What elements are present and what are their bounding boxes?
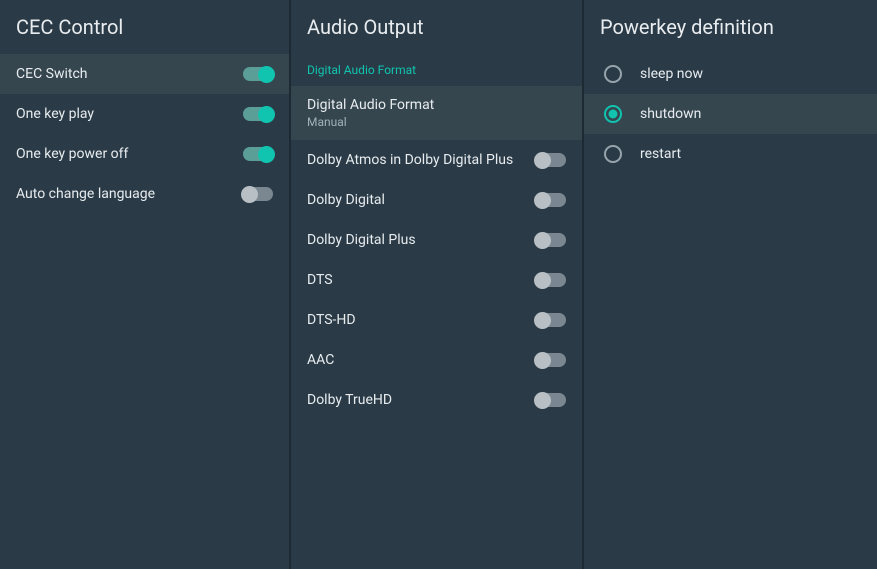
cec-title-text: CEC Control [16, 15, 123, 39]
powerkey-title-text: Powerkey definition [600, 15, 774, 39]
dolby-digital-toggle[interactable] [536, 193, 566, 207]
powerkey-title: Powerkey definition [584, 0, 877, 54]
restart-label: restart [640, 146, 681, 162]
shutdown-label: shutdown [640, 106, 701, 122]
dts-hd-label: DTS-HD [307, 312, 356, 328]
aac-label: AAC [307, 352, 334, 368]
one-key-play-toggle[interactable] [243, 107, 273, 121]
dolby-digital-label: Dolby Digital [307, 192, 385, 208]
dolby-digital-plus-toggle[interactable] [536, 233, 566, 247]
digital-audio-format-row[interactable]: Digital Audio Format Manual [291, 86, 582, 140]
audio-title-text: Audio Output [307, 15, 424, 39]
digital-audio-format-subtitle: Manual [307, 115, 566, 129]
sleep-now-label: sleep now [640, 66, 703, 82]
dolby-truehd-row[interactable]: Dolby TrueHD [291, 380, 582, 420]
dolby-truehd-label: Dolby TrueHD [307, 392, 392, 408]
one-key-play-row[interactable]: One key play [0, 94, 289, 134]
powerkey-panel: Powerkey definition sleep now shutdown r… [584, 0, 877, 569]
dolby-digital-row[interactable]: Dolby Digital [291, 180, 582, 220]
dolby-digital-plus-label: Dolby Digital Plus [307, 232, 416, 248]
one-key-play-label: One key play [16, 106, 94, 122]
audio-title: Audio Output [291, 0, 582, 54]
dolby-truehd-toggle[interactable] [536, 393, 566, 407]
restart-radio[interactable] [604, 145, 622, 163]
one-key-power-off-row[interactable]: One key power off [0, 134, 289, 174]
one-key-power-off-toggle[interactable] [243, 147, 273, 161]
one-key-power-off-label: One key power off [16, 146, 128, 162]
sleep-now-row[interactable]: sleep now [584, 54, 877, 94]
cec-switch-label: CEC Switch [16, 66, 88, 82]
auto-change-language-row[interactable]: Auto change language [0, 174, 289, 214]
cec-switch-row[interactable]: CEC Switch [0, 54, 289, 94]
sleep-now-radio[interactable] [604, 65, 622, 83]
dts-hd-toggle[interactable] [536, 313, 566, 327]
dts-label: DTS [307, 272, 333, 288]
dts-hd-row[interactable]: DTS-HD [291, 300, 582, 340]
dts-toggle[interactable] [536, 273, 566, 287]
dolby-atmos-toggle[interactable] [536, 153, 566, 167]
cec-switch-toggle[interactable] [243, 67, 273, 81]
restart-row[interactable]: restart [584, 134, 877, 174]
auto-change-language-toggle[interactable] [243, 187, 273, 201]
dolby-digital-plus-row[interactable]: Dolby Digital Plus [291, 220, 582, 260]
audio-panel: Audio Output Digital Audio Format Digita… [291, 0, 584, 569]
dts-row[interactable]: DTS [291, 260, 582, 300]
dolby-atmos-label: Dolby Atmos in Dolby Digital Plus [307, 152, 513, 168]
cec-title: CEC Control [0, 0, 289, 54]
shutdown-row[interactable]: shutdown [584, 94, 877, 134]
aac-row[interactable]: AAC [291, 340, 582, 380]
auto-change-language-label: Auto change language [16, 186, 155, 202]
cec-panel: CEC Control CEC Switch One key play One … [0, 0, 291, 569]
digital-audio-format-title: Digital Audio Format [307, 97, 566, 113]
audio-section-label: Digital Audio Format [291, 54, 582, 86]
shutdown-radio[interactable] [604, 105, 622, 123]
aac-toggle[interactable] [536, 353, 566, 367]
dolby-atmos-row[interactable]: Dolby Atmos in Dolby Digital Plus [291, 140, 582, 180]
audio-section-label-text: Digital Audio Format [307, 63, 416, 77]
